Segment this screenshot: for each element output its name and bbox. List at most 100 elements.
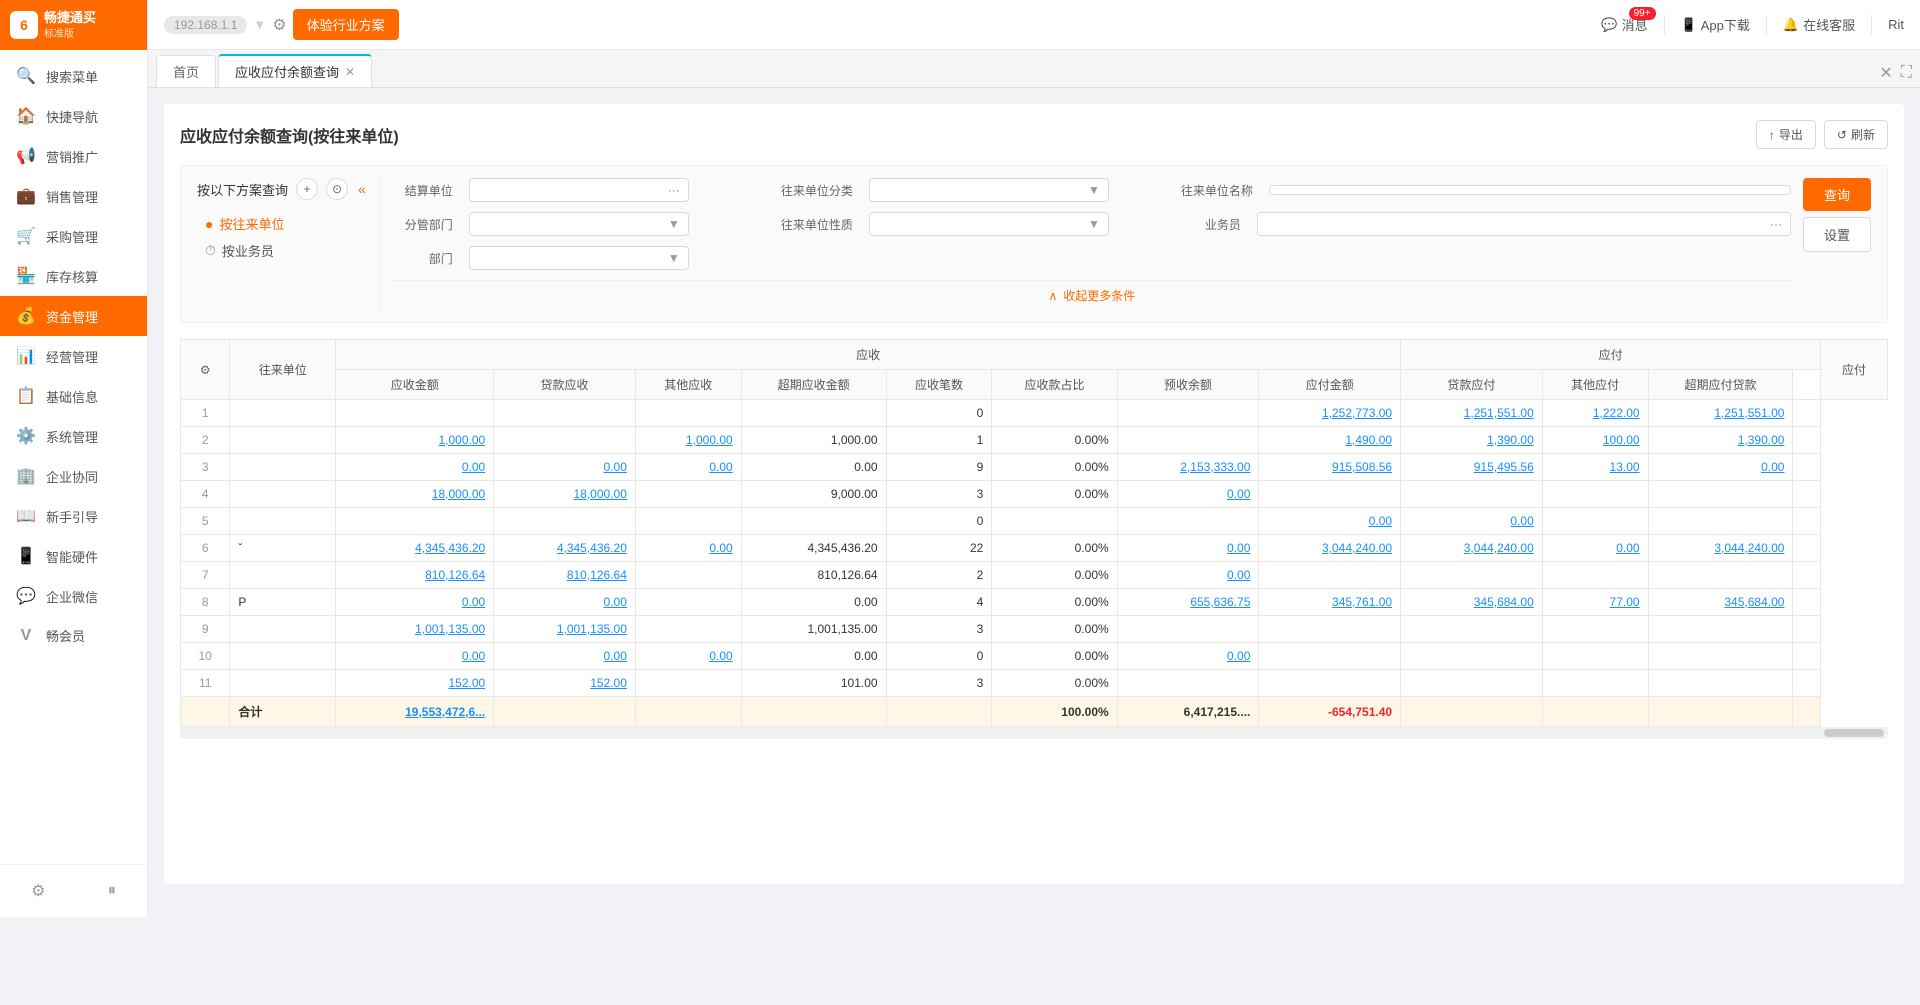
- table-cell[interactable]: [1117, 400, 1259, 427]
- table-cell[interactable]: 1,000.00: [336, 427, 494, 454]
- table-cell[interactable]: 3,044,240.00: [1648, 535, 1793, 562]
- table-cell[interactable]: 3,044,240.00: [1401, 535, 1543, 562]
- sidebar-item-search-menu[interactable]: 🔍 搜索菜单: [0, 56, 147, 96]
- table-cell[interactable]: 810,126.64: [494, 562, 636, 589]
- table-cell[interactable]: 100.00: [1542, 427, 1648, 454]
- table-cell[interactable]: [1542, 508, 1648, 535]
- table-cell[interactable]: 1,001,135.00: [336, 616, 494, 643]
- table-cell[interactable]: 0.00: [336, 454, 494, 481]
- sidebar-item-operations[interactable]: 📊 经营管理: [0, 336, 147, 376]
- table-cell[interactable]: 0.00: [1117, 481, 1259, 508]
- table-cell[interactable]: 0.00: [494, 643, 636, 670]
- table-cell[interactable]: 915,508.56: [1259, 454, 1401, 481]
- query-btn[interactable]: 查询: [1803, 178, 1871, 211]
- table-cell[interactable]: 1,251,551.00: [1648, 400, 1793, 427]
- table-cell[interactable]: 2,153,333.00: [1117, 454, 1259, 481]
- tab-close-window-icon[interactable]: ✕: [1879, 63, 1892, 83]
- table-cell[interactable]: [1542, 562, 1648, 589]
- dept-manager-select[interactable]: ▼: [469, 212, 689, 236]
- table-cell[interactable]: 152.00: [336, 670, 494, 697]
- sidebar-item-inventory[interactable]: 🏪 库存核算: [0, 256, 147, 296]
- table-cell[interactable]: 0.00: [635, 643, 741, 670]
- table-cell[interactable]: [1542, 643, 1648, 670]
- table-cell[interactable]: 0.00: [494, 589, 636, 616]
- table-cell[interactable]: [1117, 508, 1259, 535]
- table-cell[interactable]: 345,684.00: [1648, 589, 1793, 616]
- tab-maximize-icon[interactable]: ⛶: [1901, 64, 1912, 82]
- table-cell[interactable]: 0.00: [1648, 454, 1793, 481]
- sidebar-item-purchase[interactable]: 🛒 采购管理: [0, 216, 147, 256]
- table-cell[interactable]: [1542, 670, 1648, 697]
- table-cell[interactable]: [1117, 427, 1259, 454]
- salesperson-input[interactable]: ···: [1257, 212, 1791, 236]
- table-cell[interactable]: 345,761.00: [1259, 589, 1401, 616]
- table-cell[interactable]: [1542, 616, 1648, 643]
- table-cell[interactable]: [336, 400, 494, 427]
- sidebar-item-quick-nav[interactable]: 🏠 快捷导航: [0, 96, 147, 136]
- app-download-btn[interactable]: 📱 App下载: [1681, 15, 1750, 34]
- table-cell[interactable]: 4,345,436.20: [494, 535, 636, 562]
- table-cell[interactable]: [635, 508, 741, 535]
- table-cell[interactable]: 0.00: [1117, 643, 1259, 670]
- table-cell[interactable]: [1401, 670, 1543, 697]
- table-cell[interactable]: 0.00: [494, 454, 636, 481]
- unit-name-input[interactable]: [1269, 185, 1791, 195]
- table-cell[interactable]: 345,684.00: [1401, 589, 1543, 616]
- table-cell[interactable]: [1117, 670, 1259, 697]
- sidebar-item-marketing[interactable]: 📢 营销推广: [0, 136, 147, 176]
- sidebar-item-member[interactable]: V 畅会员: [0, 616, 147, 655]
- industry-btn[interactable]: 体验行业方案: [293, 9, 399, 40]
- sidebar-item-enterprise[interactable]: 🏢 企业协同: [0, 456, 147, 496]
- table-cell[interactable]: 1,251,551.00: [1401, 400, 1543, 427]
- table-cell[interactable]: 1,490.00: [1259, 427, 1401, 454]
- table-cell[interactable]: 0.00: [1401, 508, 1543, 535]
- sidebar-item-guide[interactable]: 📖 新手引导: [0, 496, 147, 536]
- setting-btn[interactable]: 设置: [1803, 217, 1871, 252]
- sidebar-item-wechat[interactable]: 💬 企业微信: [0, 576, 147, 616]
- table-cell[interactable]: 0.00: [1117, 562, 1259, 589]
- table-cell[interactable]: 4,345,436.20: [336, 535, 494, 562]
- user-menu[interactable]: Rit: [1888, 17, 1904, 32]
- sidebar-item-sales[interactable]: 💼 销售管理: [0, 176, 147, 216]
- table-cell[interactable]: 1,222.00: [1542, 400, 1648, 427]
- table-cell[interactable]: 0.00: [1542, 535, 1648, 562]
- table-cell[interactable]: [1401, 616, 1543, 643]
- table-cell[interactable]: [494, 508, 636, 535]
- scheme-by-staff[interactable]: ⏱ 按业务员: [197, 237, 368, 264]
- sidebar-settings-btn[interactable]: ⚙: [25, 875, 51, 907]
- table-cell[interactable]: [1259, 643, 1401, 670]
- table-cell[interactable]: 0.00: [635, 535, 741, 562]
- table-cell[interactable]: 810,126.64: [336, 562, 494, 589]
- table-cell[interactable]: 1,390.00: [1401, 427, 1543, 454]
- table-cell[interactable]: [336, 508, 494, 535]
- table-cell[interactable]: [1542, 481, 1648, 508]
- sidebar-item-basic-info[interactable]: 📋 基础信息: [0, 376, 147, 416]
- table-cell[interactable]: 655,636.75: [1117, 589, 1259, 616]
- table-cell[interactable]: [1648, 643, 1793, 670]
- export-btn[interactable]: ↑ 导出: [1756, 120, 1816, 149]
- unit-category-select[interactable]: ▼: [869, 178, 1109, 202]
- table-cell[interactable]: [635, 400, 741, 427]
- sidebar-item-system[interactable]: ⚙️ 系统管理: [0, 416, 147, 456]
- scheme-by-unit[interactable]: ● 按往来单位: [197, 210, 368, 237]
- table-cell[interactable]: 915,495.56: [1401, 454, 1543, 481]
- table-cell[interactable]: [494, 400, 636, 427]
- table-cell[interactable]: [635, 562, 741, 589]
- table-cell[interactable]: [1117, 616, 1259, 643]
- table-cell[interactable]: 0.00: [1117, 535, 1259, 562]
- table-cell[interactable]: [635, 670, 741, 697]
- table-cell[interactable]: 0.00: [336, 643, 494, 670]
- table-cell[interactable]: 1,000.00: [635, 427, 741, 454]
- table-cell[interactable]: [1259, 616, 1401, 643]
- table-cell[interactable]: [1401, 643, 1543, 670]
- table-cell[interactable]: 13.00: [1542, 454, 1648, 481]
- scheme-settings-btn[interactable]: ⊙: [326, 178, 348, 200]
- department-select[interactable]: ▼: [469, 246, 689, 270]
- table-cell[interactable]: 0.00: [1259, 508, 1401, 535]
- table-cell[interactable]: [494, 427, 636, 454]
- col-settings[interactable]: ⚙: [181, 340, 230, 400]
- table-cell[interactable]: [1401, 562, 1543, 589]
- topbar-gear-icon[interactable]: ⚙: [272, 15, 286, 35]
- table-cell[interactable]: [1648, 562, 1793, 589]
- settlement-unit-input[interactable]: ···: [469, 178, 689, 202]
